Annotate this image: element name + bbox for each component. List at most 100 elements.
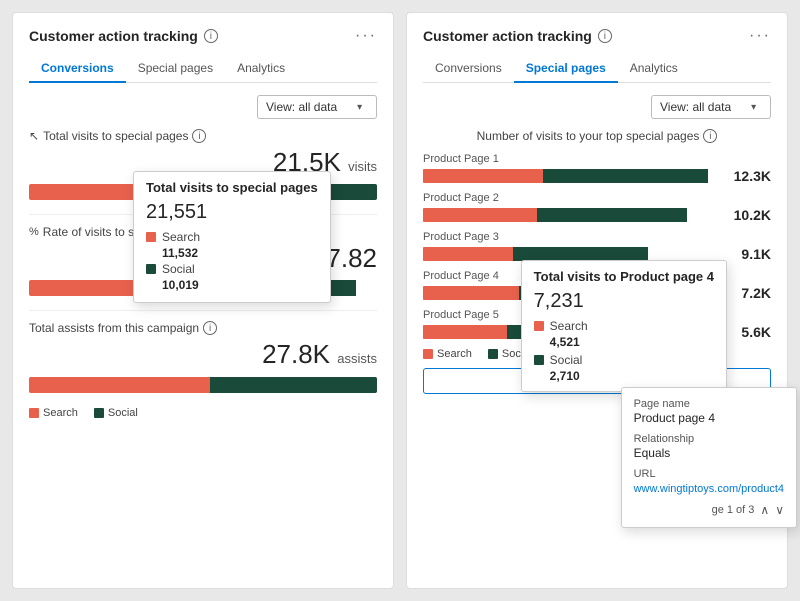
page-detail-url-label: URL [634, 468, 784, 480]
left-tooltip-social-dot [146, 264, 156, 274]
products-list: Product Page 1 12.3K Product Page 2 10.2… [423, 153, 771, 340]
cursor-icon-section1: ↖ [29, 129, 39, 143]
left-tooltip: Total visits to special pages 21,551 Sea… [133, 171, 331, 303]
right-info-icon[interactable]: i [598, 29, 612, 43]
right-tooltip-title: Total visits to Product page 4 [534, 269, 714, 284]
product-row-3: Product Page 3 9.1K [423, 231, 771, 262]
right-legend-search-dot [423, 349, 433, 359]
left-card: Customer action tracking i ··· Conversio… [12, 12, 394, 589]
right-dropdown[interactable]: View: all data ▾ [651, 95, 771, 119]
left-tooltip-social-value: 10,019 [162, 278, 199, 292]
product-bar3-social [513, 247, 648, 261]
right-legend-search-label: Search [437, 348, 472, 360]
product-bar-2 [423, 208, 723, 222]
left-legend-social-dot [94, 408, 104, 418]
left-section3-label: Total assists from this campaign i [29, 321, 377, 335]
right-tooltip-search-label: Search [550, 319, 588, 333]
product-value-2: 10.2K [731, 207, 771, 223]
right-card: Customer action tracking i ··· Conversio… [406, 12, 788, 589]
left-tooltip-social-row: Social [146, 262, 318, 276]
product-bar-3 [423, 247, 723, 261]
right-bar-tooltip: Total visits to Product page 4 7,231 Sea… [521, 260, 727, 392]
product-name-3: Product Page 3 [423, 231, 771, 243]
page-detail-relationship-label: Relationship [634, 433, 784, 445]
product-value-4: 7.2K [731, 285, 771, 301]
left-legend-social-label: Social [108, 407, 138, 419]
right-section-label: Number of visits to your top special pag… [423, 129, 771, 143]
left-tab-analytics[interactable]: Analytics [225, 55, 297, 83]
left-dropdown-arrow: ▾ [357, 102, 362, 113]
right-tab-conversions[interactable]: Conversions [423, 55, 514, 83]
right-tooltip-social-value: 2,710 [550, 369, 714, 383]
left-title-row: Customer action tracking i [29, 28, 218, 44]
page-detail-url-value[interactable]: www.wingtiptoys.com/product4 [634, 483, 784, 495]
right-tab-special-pages[interactable]: Special pages [514, 55, 618, 83]
right-card-header: Customer action tracking i ··· [423, 27, 771, 45]
product-row-4: Product Page 4 7.2K Total visits to Prod… [423, 270, 771, 301]
left-tooltip-search-dot [146, 232, 156, 242]
right-dropdown-label: View: all data [660, 100, 731, 114]
page-nav: ge 1 of 3 ∧ ∨ [634, 503, 784, 517]
left-dropdown[interactable]: View: all data ▾ [257, 95, 377, 119]
product-value-5: 5.6K [731, 324, 771, 340]
right-legend-social-dot [488, 349, 498, 359]
left-legend: Search Social [29, 407, 377, 419]
section1-info-icon[interactable]: i [192, 129, 206, 143]
right-tooltip-social-row: Social [534, 353, 714, 367]
left-more-button[interactable]: ··· [355, 27, 377, 45]
page-detail-tooltip: Page name Product page 4 Relationship Eq… [621, 387, 797, 528]
left-card-header: Customer action tracking i ··· [29, 27, 377, 45]
right-tooltip-social-dot [534, 355, 544, 365]
nav-prev-button[interactable]: ∧ [760, 503, 769, 517]
page-detail-name-label: Page name [634, 398, 784, 410]
right-dropdown-row: View: all data ▾ [423, 95, 771, 119]
left-section3-unit: assists [337, 351, 377, 366]
right-legend-search: Search [423, 348, 472, 360]
left-tab-conversions[interactable]: Conversions [29, 55, 126, 83]
left-bar3-social [210, 377, 377, 393]
left-legend-search-dot [29, 408, 39, 418]
right-tabs: Conversions Special pages Analytics [423, 55, 771, 83]
right-tooltip-search-row: Search [534, 319, 714, 333]
product-bar3-search [423, 247, 513, 261]
product-bar1-social [543, 169, 708, 183]
product-value-1: 12.3K [731, 168, 771, 184]
left-dropdown-row: View: all data ▾ [29, 95, 377, 119]
left-section3-value: 27.8K assists [29, 339, 377, 370]
product-name-1: Product Page 1 [423, 153, 771, 165]
left-section1-unit: visits [348, 159, 377, 174]
section3-info-icon[interactable]: i [203, 321, 217, 335]
page-nav-text: ge 1 of 3 [712, 504, 755, 516]
product-row-2: Product Page 2 10.2K [423, 192, 771, 223]
left-tooltip-search-row: Search [146, 230, 318, 244]
page-detail-name-value: Product page 4 [634, 411, 784, 425]
left-tooltip-social-val-row: 10,019 [146, 278, 318, 292]
left-section3-bar [29, 377, 377, 393]
page-detail-name-field: Page name Product page 4 [634, 398, 784, 425]
left-legend-search: Search [29, 407, 78, 419]
left-tab-special-pages[interactable]: Special pages [126, 55, 225, 83]
page-detail-url-field: URL www.wingtiptoys.com/product4 [634, 468, 784, 495]
right-title-row: Customer action tracking i [423, 28, 612, 44]
product-bar1-search [423, 169, 543, 183]
product-value-3: 9.1K [731, 246, 771, 262]
product-name-2: Product Page 2 [423, 192, 771, 204]
right-tooltip-total: 7,231 [534, 290, 714, 313]
product-row-1: Product Page 1 12.3K [423, 153, 771, 184]
product-bar2-social [537, 208, 687, 222]
left-tabs: Conversions Special pages Analytics [29, 55, 377, 83]
left-section1-label: ↖ Total visits to special pages i [29, 129, 377, 143]
nav-next-button[interactable]: ∨ [775, 503, 784, 517]
right-card-title: Customer action tracking [423, 28, 592, 44]
right-dropdown-arrow: ▾ [751, 102, 756, 113]
product-bar-row-2: 10.2K [423, 207, 771, 223]
product-bar4-search [423, 286, 519, 300]
right-more-button[interactable]: ··· [749, 27, 771, 45]
left-card-title: Customer action tracking [29, 28, 198, 44]
right-tab-analytics[interactable]: Analytics [618, 55, 690, 83]
left-info-icon[interactable]: i [204, 29, 218, 43]
left-tooltip-total: 21,551 [146, 201, 318, 224]
right-section-info-icon[interactable]: i [703, 129, 717, 143]
page-detail-relationship-value: Equals [634, 446, 784, 460]
left-tooltip-search-value: 11,532 [162, 246, 198, 260]
